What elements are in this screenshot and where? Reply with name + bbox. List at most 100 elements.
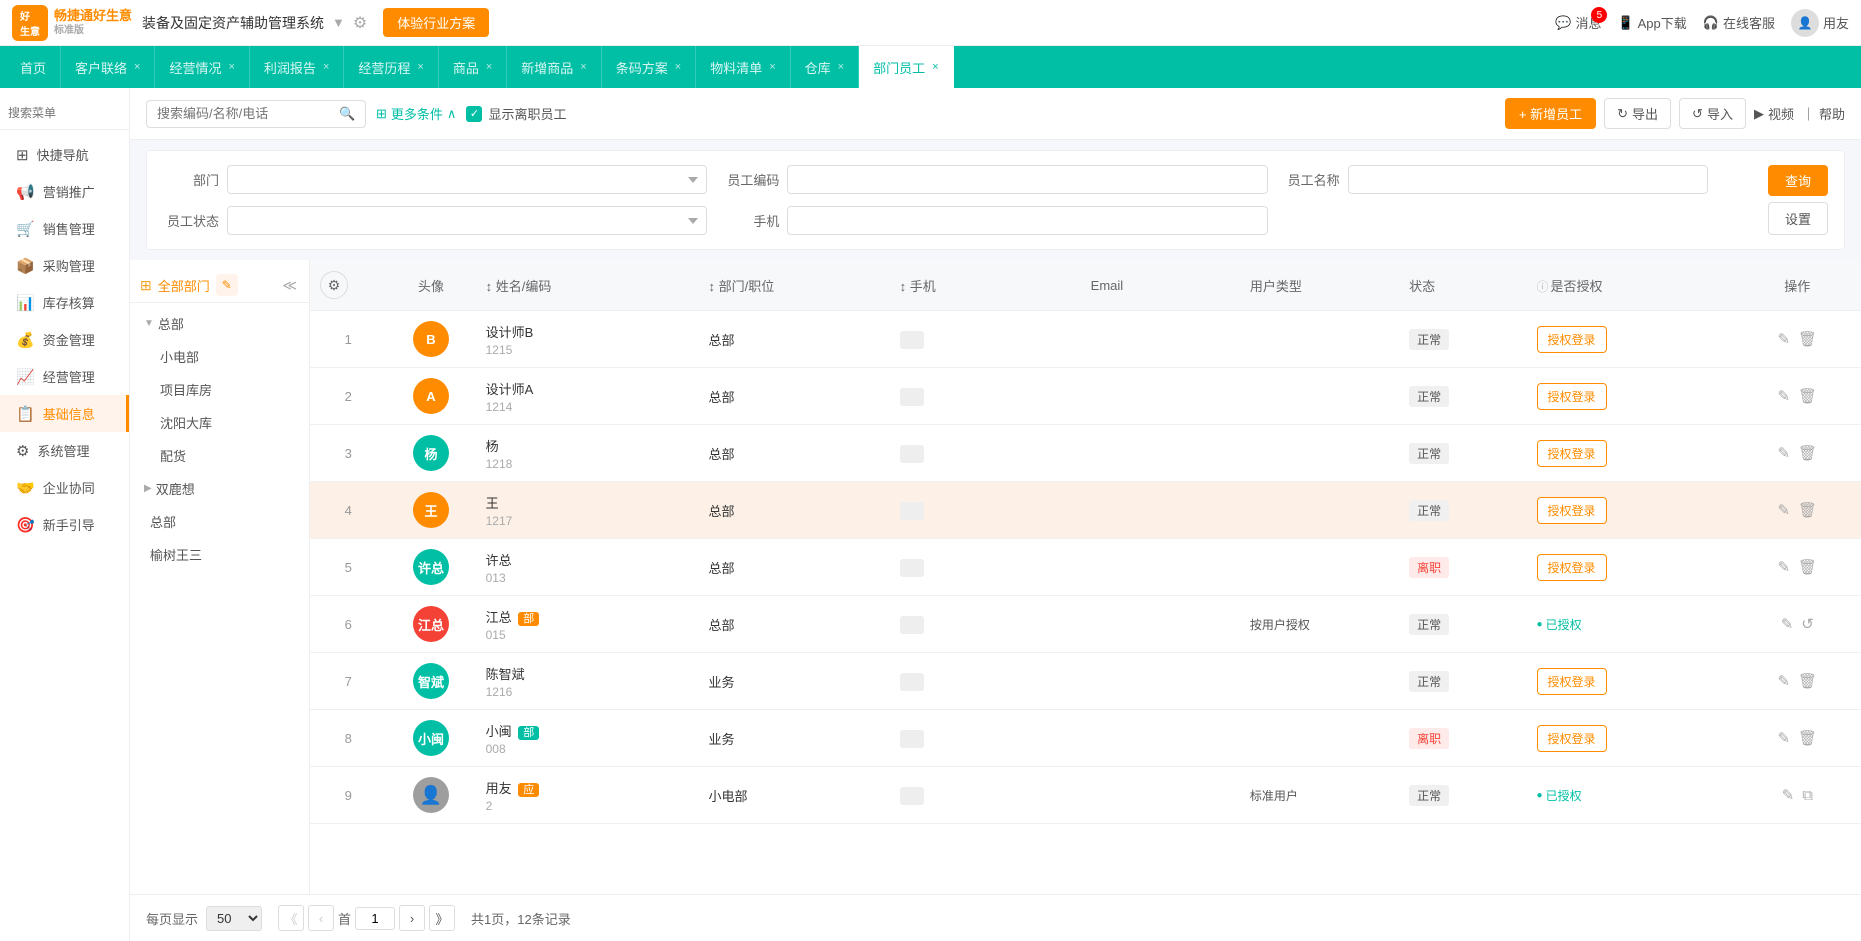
first-page-button[interactable]: 《 [278,905,304,931]
message-item[interactable]: 💬 消息 5 [1555,13,1601,32]
dept-item-distribution[interactable]: 配货 [130,439,309,472]
sidebar-item-inventory[interactable]: 📊 库存核算 [0,284,129,321]
auth-button[interactable]: 授权登录 [1537,497,1607,524]
edit-icon[interactable]: ✎ [1777,672,1790,690]
phone-input[interactable] [787,206,1267,235]
edit-icon[interactable]: ✎ [1777,501,1790,519]
auth-button[interactable]: 授权登录 [1537,440,1607,467]
view-button[interactable]: ▶ 视频 [1754,104,1794,123]
trial-button[interactable]: 体验行业方案 [383,8,489,37]
collapse-icon[interactable]: ≪ [282,277,297,294]
tab-business[interactable]: 经营情况 × [155,46,249,88]
sidebar-item-marketing[interactable]: 📢 营销推广 [0,173,129,210]
close-icon[interactable]: × [228,61,234,73]
delete-icon[interactable]: 🗑 [1798,558,1817,576]
auth-button[interactable]: 授权登录 [1537,668,1607,695]
auth-button[interactable]: 授权登录 [1537,383,1607,410]
settings-icon[interactable]: ⚙ [353,13,367,33]
tab-barcode[interactable]: 条码方案 × [602,46,696,88]
close-icon[interactable]: × [417,61,423,73]
reset-button[interactable]: 设置 [1768,202,1828,235]
dept-group-general[interactable]: ▼ 总部 [130,307,309,340]
edit-icon[interactable]: ✎ [1782,786,1795,804]
sidebar-item-basic[interactable]: 📋 基础信息 [0,395,129,432]
edit-icon[interactable]: ✎ [1777,387,1790,405]
query-button[interactable]: 查询 [1768,165,1828,196]
export-button[interactable]: ↻ 导出 [1604,98,1671,129]
dept-edit-button[interactable]: ✎ [216,274,238,296]
delete-icon[interactable]: ↺ [1801,615,1814,633]
tab-profit[interactable]: 利润报告 × [250,46,344,88]
delete-icon[interactable]: 🗑 [1798,387,1817,405]
sidebar-search-input[interactable] [8,106,130,120]
close-icon[interactable]: × [675,61,681,73]
auth-button[interactable]: 授权登录 [1537,326,1607,353]
app-download-item[interactable]: 📱 App下载 [1617,13,1686,32]
close-icon[interactable]: × [486,61,492,73]
last-page-button[interactable]: 》 [429,905,455,931]
table-settings-icon[interactable]: ⚙ [320,271,348,299]
sidebar-item-system[interactable]: ⚙ 系统管理 [0,432,129,469]
page-input[interactable] [355,907,395,930]
next-page-button[interactable]: › [399,905,425,931]
copy-icon[interactable]: ⧉ [1802,787,1813,804]
delete-icon[interactable]: 🗑 [1798,672,1817,690]
th-dept[interactable]: ↕ 部门/职位 [699,260,890,311]
tab-dept-staff[interactable]: 部门员工 × [859,46,953,88]
online-service-item[interactable]: 🎧 在线客服 [1703,13,1775,32]
sidebar-item-quicknav[interactable]: ⊞ 快捷导航 [0,136,129,173]
sidebar-item-purchase[interactable]: 📦 采购管理 [0,247,129,284]
tab-customer[interactable]: 客户联络 × [61,46,155,88]
close-icon[interactable]: × [134,61,140,73]
emp-name-input[interactable] [1348,165,1708,194]
tab-history[interactable]: 经营历程 × [344,46,438,88]
dept-group-shuanglu[interactable]: ▶ 双鹿想 [130,472,309,505]
th-phone[interactable]: ↕ 手机 [890,260,1081,311]
import-button[interactable]: ↺ 导入 [1679,98,1746,129]
prev-page-button[interactable]: ‹ [308,905,334,931]
dept-item-puzhi[interactable]: 榆树王三 [130,538,309,571]
delete-icon[interactable]: 🗑 [1798,330,1817,348]
user-item[interactable]: 👤 用友 [1791,9,1849,37]
close-icon[interactable]: × [769,61,775,73]
delete-icon[interactable]: 🗑 [1798,501,1817,519]
dept-item-zongbu[interactable]: 总部 [130,505,309,538]
per-page-select[interactable]: 50 100 200 [206,906,262,931]
delete-icon[interactable]: 🗑 [1798,444,1817,462]
close-icon[interactable]: × [838,61,844,73]
auth-button[interactable]: 授权登录 [1537,554,1607,581]
dropdown-icon[interactable]: ▼ [332,15,345,30]
tab-home[interactable]: 首页 [0,46,61,88]
edit-icon[interactable]: ✎ [1781,615,1794,633]
sidebar-item-guide[interactable]: 🎯 新手引导 [0,506,129,543]
close-icon[interactable]: × [932,61,938,73]
tab-add-goods[interactable]: 新增商品 × [507,46,601,88]
tab-goods[interactable]: 商品 × [439,46,507,88]
auth-button[interactable]: 授权登录 [1537,725,1607,752]
add-employee-button[interactable]: + 新增员工 [1505,98,1596,129]
sidebar-item-finance[interactable]: 💰 资金管理 [0,321,129,358]
th-name[interactable]: ↕ 姓名/编码 [476,260,699,311]
emp-status-select[interactable] [227,206,707,235]
dept-select[interactable] [227,165,707,194]
close-icon[interactable]: × [580,61,586,73]
emp-code-input[interactable] [787,165,1267,194]
tab-warehouse[interactable]: 仓库 × [791,46,859,88]
sidebar-item-enterprise[interactable]: 🤝 企业协同 [0,469,129,506]
more-conditions-btn[interactable]: ⊞ 更多条件 ∧ [376,104,456,123]
dept-item-xiaodian[interactable]: 小电部 [130,340,309,373]
tab-bom[interactable]: 物料清单 × [696,46,790,88]
delete-icon[interactable]: 🗑 [1798,729,1817,747]
help-button[interactable]: ｜ 帮助 [1802,104,1845,123]
edit-icon[interactable]: ✎ [1777,330,1790,348]
edit-icon[interactable]: ✎ [1777,558,1790,576]
all-dept-label[interactable]: 全部部门 [158,276,210,295]
close-icon[interactable]: × [323,61,329,73]
dept-item-shenyang[interactable]: 沈阳大库 [130,406,309,439]
edit-icon[interactable]: ✎ [1777,444,1790,462]
dept-item-project[interactable]: 项目库房 [130,373,309,406]
edit-icon[interactable]: ✎ [1777,729,1790,747]
search-input[interactable] [157,106,333,121]
sidebar-item-sales[interactable]: 🛒 销售管理 [0,210,129,247]
show-resigned-toggle[interactable]: ✓ 显示离职员工 [466,104,566,123]
